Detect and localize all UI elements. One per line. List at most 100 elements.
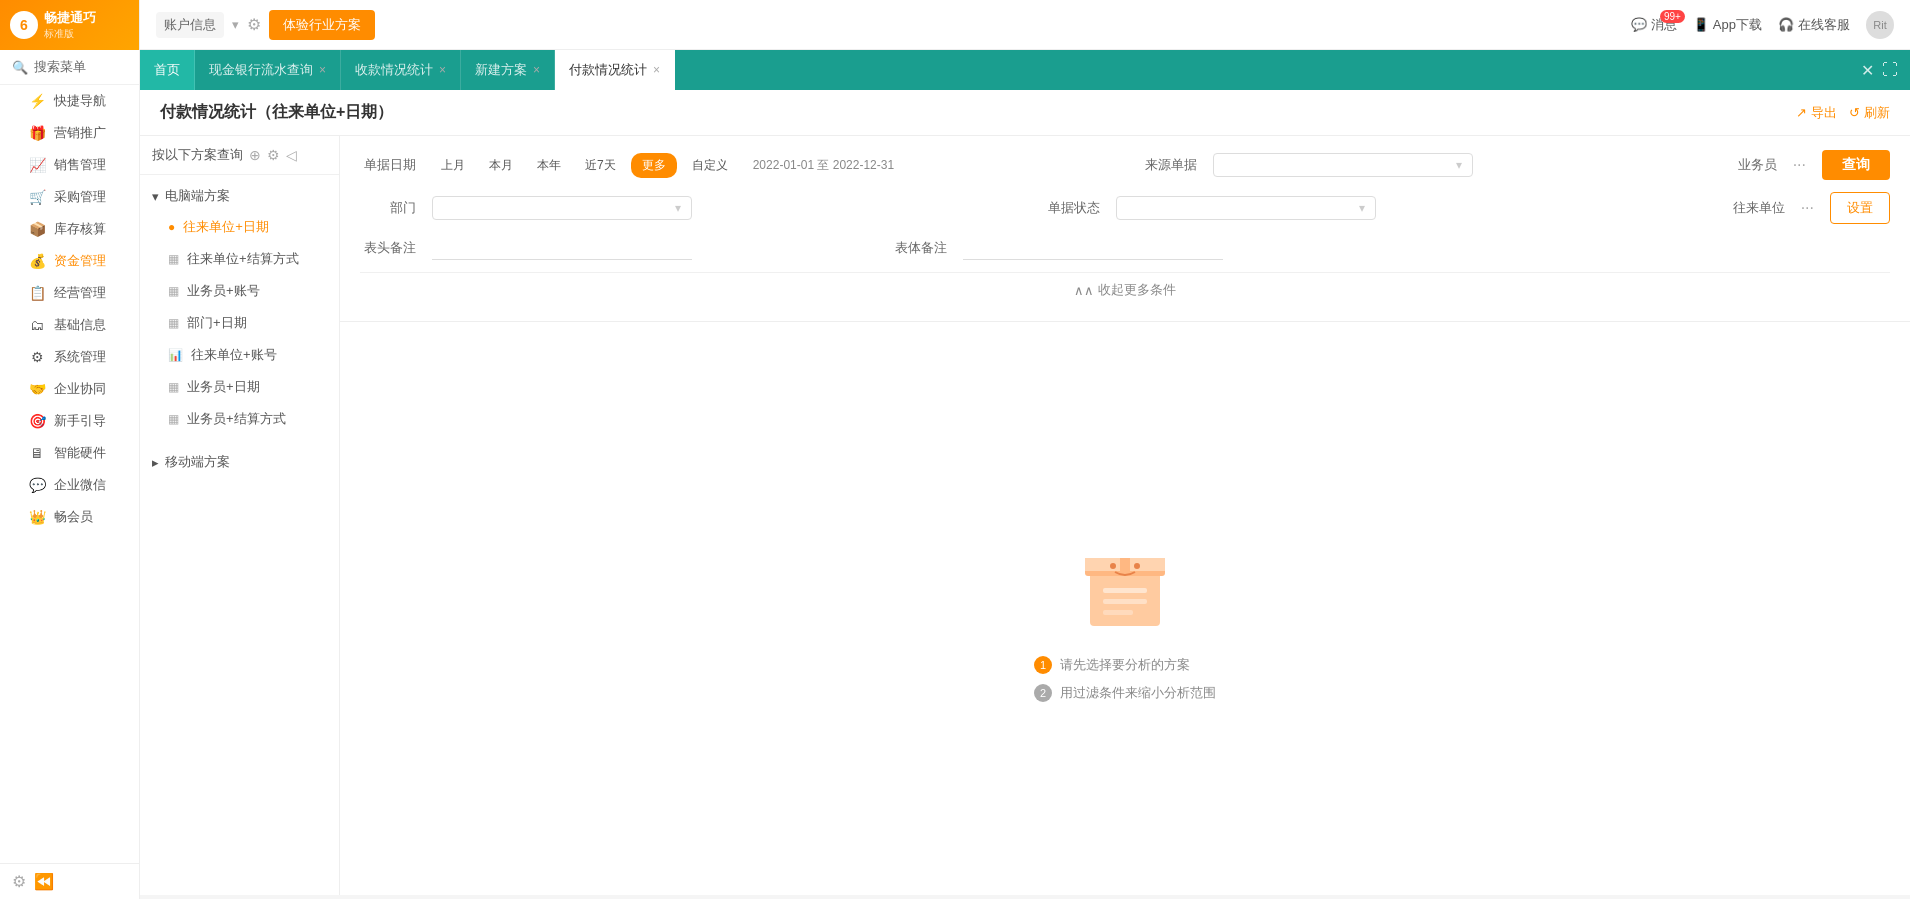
group-expand-icon: ▾: [152, 189, 159, 204]
scheme-item-label: 业务员+结算方式: [187, 410, 286, 428]
scheme-item-partner-date[interactable]: ● 往来单位+日期: [140, 211, 339, 243]
sidebar-item-cooperation[interactable]: 🤝 企业协同: [0, 373, 139, 405]
sidebar-item-hardware[interactable]: 🖥 智能硬件: [0, 437, 139, 469]
tab-home[interactable]: 首页: [140, 50, 195, 90]
header-right: 💬 消息 99+ 📱 App下载 🎧 在线客服 Rit: [1631, 11, 1894, 39]
sidebar-item-label: 新手引导: [54, 412, 106, 430]
collapse-sidebar-icon[interactable]: ⏪: [34, 872, 54, 891]
scheme-item-label: 业务员+账号: [187, 282, 260, 300]
sidebar-item-business[interactable]: 📋 经营管理: [0, 277, 139, 309]
source-select[interactable]: ▾: [1213, 153, 1473, 177]
refresh-icon: ↺: [1849, 105, 1860, 120]
svg-point-6: [1134, 563, 1140, 569]
group-label: 电脑端方案: [165, 187, 230, 205]
this-year-btn[interactable]: 本年: [528, 153, 570, 178]
sidebar-item-purchase[interactable]: 🛒 采购管理: [0, 181, 139, 213]
settings-btn[interactable]: 设置: [1830, 192, 1890, 224]
hint-text-2: 用过滤条件来缩小分析范围: [1060, 684, 1216, 702]
content-wrapper: 按以下方案查询 ⊕ ⚙ ◁ ▾ 电脑端方案 ● 往来单位+日期 ▦: [140, 136, 1910, 895]
close-all-tabs-icon[interactable]: ✕: [1861, 61, 1874, 80]
tab-bank-flow-close[interactable]: ×: [319, 63, 326, 77]
dept-select[interactable]: ▾: [432, 196, 692, 220]
scheme-item-staff-settle[interactable]: ▦ 业务员+结算方式: [140, 403, 339, 435]
dept-select-arrow: ▾: [675, 201, 681, 215]
svg-rect-2: [1103, 588, 1147, 593]
account-dropdown-icon[interactable]: ▾: [232, 17, 239, 32]
sidebar-item-basic[interactable]: 🗂 基础信息: [0, 309, 139, 341]
doc-status-select[interactable]: ▾: [1116, 196, 1376, 220]
more-date-btn[interactable]: 更多: [631, 153, 677, 178]
tab-payment-stats-close[interactable]: ×: [653, 63, 660, 77]
page-title: 付款情况统计（往来单位+日期）: [160, 102, 393, 123]
settings-bottom-icon[interactable]: ⚙: [12, 872, 26, 891]
scheme-item-dept-date[interactable]: ▦ 部门+日期: [140, 307, 339, 339]
svg-rect-0: [1090, 571, 1160, 626]
this-month-btn[interactable]: 本月: [480, 153, 522, 178]
scheme-item-partner-account[interactable]: 📊 往来单位+账号: [140, 339, 339, 371]
online-service-btn[interactable]: 🎧 在线客服: [1778, 16, 1850, 34]
sidebar-item-system[interactable]: ⚙ 系统管理: [0, 341, 139, 373]
tab-payment-stats[interactable]: 付款情况统计 ×: [555, 50, 675, 90]
sidebar-search[interactable]: 🔍 搜索菜单: [0, 50, 139, 85]
scheme-item-staff-account[interactable]: ▦ 业务员+账号: [140, 275, 339, 307]
svg-point-5: [1110, 563, 1116, 569]
maximize-icon[interactable]: ⛶: [1882, 61, 1898, 79]
filter-row-1: 单据日期 上月 本月 本年 近7天 更多 自定义 2022-01-01 至 20…: [360, 150, 1890, 180]
last7-btn[interactable]: 近7天: [576, 153, 625, 178]
scheme-settings-icon[interactable]: ⚙: [267, 147, 280, 163]
scheme-icon: ▦: [168, 412, 179, 426]
partner-label: 往来单位: [1729, 199, 1785, 217]
scheme-item-partner-settle[interactable]: ▦ 往来单位+结算方式: [140, 243, 339, 275]
sidebar-item-finance[interactable]: 💰 资金管理: [0, 245, 139, 277]
tab-bank-flow[interactable]: 现金银行流水查询 ×: [195, 50, 341, 90]
prev-month-btn[interactable]: 上月: [432, 153, 474, 178]
staff-select-dots[interactable]: ···: [1793, 156, 1806, 174]
sidebar-item-wechat[interactable]: 💬 企业微信: [0, 469, 139, 501]
sidebar-item-quick-nav[interactable]: ⚡ 快捷导航: [0, 85, 139, 117]
tab-new-scheme-close[interactable]: ×: [533, 63, 540, 77]
collapse-label: 收起更多条件: [1098, 281, 1176, 299]
refresh-btn[interactable]: ↺ 刷新: [1849, 104, 1890, 122]
collapse-left-icon[interactable]: ◁: [286, 147, 297, 163]
app-download-btn[interactable]: 📱 App下载: [1693, 16, 1762, 34]
tab-receipt-stats-close[interactable]: ×: [439, 63, 446, 77]
sidebar-item-inventory[interactable]: 📦 库存核算: [0, 213, 139, 245]
tab-new-scheme[interactable]: 新建方案 ×: [461, 50, 555, 90]
custom-date-btn[interactable]: 自定义: [683, 153, 737, 178]
app-icon: 📱: [1693, 17, 1709, 32]
header-settings-icon[interactable]: ⚙: [247, 15, 261, 34]
desktop-scheme-group-title[interactable]: ▾ 电脑端方案: [140, 181, 339, 211]
export-btn[interactable]: ↗ 导出: [1796, 104, 1837, 122]
collapse-icon: ∧∧: [1074, 283, 1094, 298]
sidebar-item-sales[interactable]: 📈 销售管理: [0, 149, 139, 181]
scheme-item-staff-date[interactable]: ▦ 业务员+日期: [140, 371, 339, 403]
message-btn[interactable]: 💬 消息 99+: [1631, 16, 1677, 34]
date-btns: 上月 本月 本年 近7天 更多 自定义: [432, 153, 737, 178]
mobile-scheme-group-title[interactable]: ▸ 移动端方案: [140, 447, 339, 477]
sales-icon: 📈: [28, 156, 46, 174]
left-panel-header: 按以下方案查询 ⊕ ⚙ ◁: [140, 136, 339, 175]
message-badge: 99+: [1660, 10, 1685, 23]
partner-select-dots[interactable]: ···: [1801, 199, 1814, 217]
sidebar-item-marketing[interactable]: 🎁 营销推广: [0, 117, 139, 149]
sidebar: 6 畅捷通巧 标准版 🔍 搜索菜单 ⚡ 快捷导航 🎁 营销推广 📈 销售管理 🛒…: [0, 0, 140, 899]
scheme-icon: ▦: [168, 252, 179, 266]
body-note-input[interactable]: [963, 236, 1223, 260]
header-note-input[interactable]: [432, 236, 692, 260]
collapse-conditions-btn[interactable]: ∧∧ 收起更多条件: [360, 272, 1890, 307]
tab-receipt-stats[interactable]: 收款情况统计 ×: [341, 50, 461, 90]
avatar[interactable]: Rit: [1866, 11, 1894, 39]
account-selector[interactable]: 账户信息: [156, 12, 224, 38]
sidebar-item-vip[interactable]: 👑 畅会员: [0, 501, 139, 533]
sidebar-item-guide[interactable]: 🎯 新手引导: [0, 405, 139, 437]
query-btn[interactable]: 查询: [1822, 150, 1890, 180]
header-left: 账户信息 ▾ ⚙ 体验行业方案: [156, 10, 1619, 40]
scheme-active-icon: ●: [168, 220, 175, 234]
add-scheme-icon[interactable]: ⊕: [249, 147, 261, 163]
scheme-icon: ▦: [168, 380, 179, 394]
vip-icon: 👑: [28, 508, 46, 526]
sidebar-item-label: 企业微信: [54, 476, 106, 494]
trial-btn[interactable]: 体验行业方案: [269, 10, 375, 40]
export-icon: ↗: [1796, 105, 1807, 120]
cooperation-icon: 🤝: [28, 380, 46, 398]
